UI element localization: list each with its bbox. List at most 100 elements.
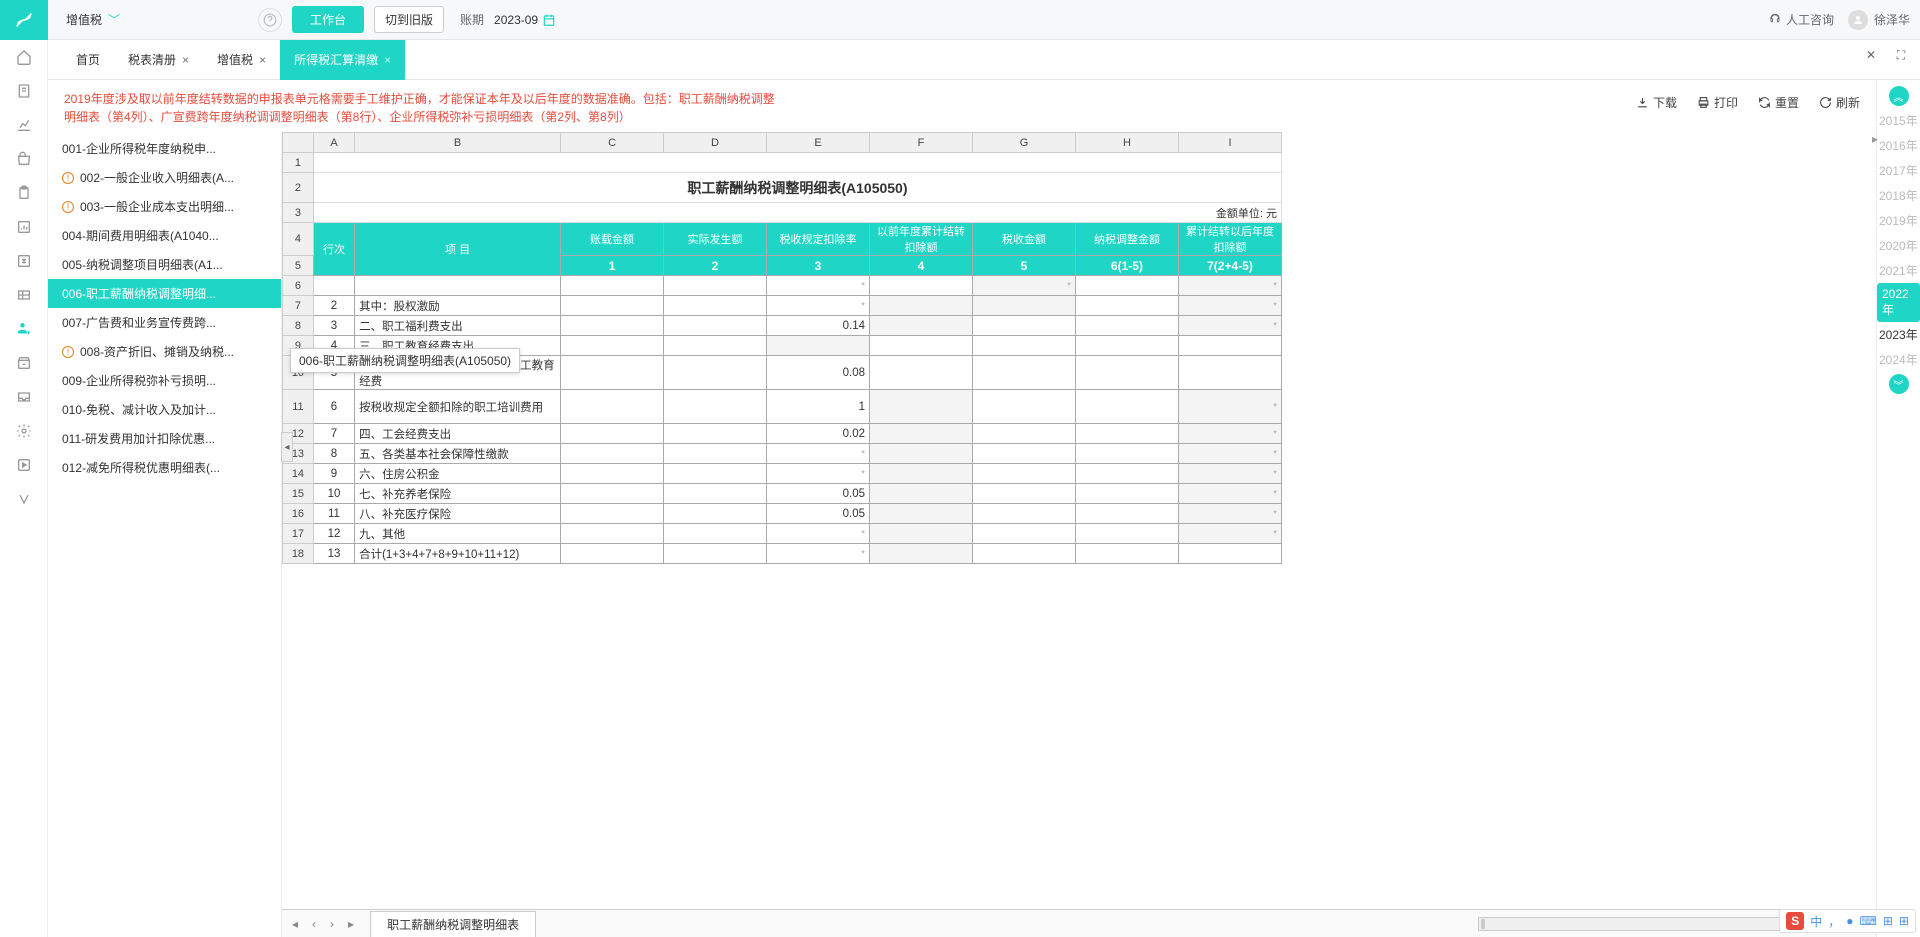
cell[interactable]: 10	[313, 484, 354, 504]
cell[interactable]	[870, 276, 973, 296]
cell[interactable]: 金额单位: 元	[313, 203, 1281, 223]
sheet-nav-prev[interactable]: ‹	[308, 917, 320, 931]
cell[interactable]	[972, 504, 1075, 524]
cell[interactable]: 二、职工福利费支出	[355, 316, 561, 336]
expand-icon[interactable]: ⛶	[1890, 44, 1912, 66]
cell[interactable]	[664, 296, 767, 316]
row-header[interactable]: 2	[283, 173, 314, 203]
row-header[interactable]: 14	[283, 464, 314, 484]
col-header[interactable]: B	[355, 133, 561, 153]
cell[interactable]: 以前年度累计结转扣除额	[870, 223, 973, 256]
ime-item[interactable]: ，	[1828, 913, 1840, 930]
col-header[interactable]: D	[664, 133, 767, 153]
row-header[interactable]: 16	[283, 504, 314, 524]
row-header[interactable]: 1	[283, 153, 314, 173]
cell[interactable]: 3	[767, 256, 870, 276]
col-header[interactable]: G	[972, 133, 1075, 153]
sheet-nav-first[interactable]: ◂	[288, 917, 302, 931]
cell[interactable]: *	[1178, 504, 1281, 524]
ime-toolbar[interactable]: S 中 ， ● ⌨ ⊞ ⊞	[1779, 909, 1916, 933]
cell[interactable]	[972, 464, 1075, 484]
cell[interactable]: 4	[870, 256, 973, 276]
cell[interactable]: *	[767, 276, 870, 296]
cell[interactable]: *	[1178, 464, 1281, 484]
cell[interactable]: 账载金额	[561, 223, 664, 256]
cell[interactable]	[870, 464, 973, 484]
cell[interactable]: 税收金额	[972, 223, 1075, 256]
year-scroll-down[interactable]: ︾	[1889, 374, 1909, 394]
row-header[interactable]: 8	[283, 316, 314, 336]
year-scroll-up[interactable]: ︽	[1889, 86, 1909, 106]
cell[interactable]: 1	[767, 390, 870, 424]
form-item-005[interactable]: 005-纳税调整项目明细表(A1...	[48, 250, 281, 279]
cell[interactable]	[664, 544, 767, 564]
ime-item[interactable]: ⊞	[1899, 914, 1909, 928]
cell[interactable]: 纳税调整金额	[1075, 223, 1178, 256]
cell[interactable]	[1075, 544, 1178, 564]
panel-collapse-icon[interactable]: ▸	[1872, 132, 1878, 146]
cell[interactable]	[1075, 390, 1178, 424]
cell[interactable]	[1075, 356, 1178, 390]
rail-inbox-icon[interactable]	[0, 380, 48, 414]
form-item-009[interactable]: 009-企业所得税弥补亏损明...	[48, 366, 281, 395]
year-2023年[interactable]: 2023年	[1877, 322, 1920, 347]
cell[interactable]	[1075, 484, 1178, 504]
cell[interactable]: 0.02	[767, 424, 870, 444]
cell[interactable]	[1075, 524, 1178, 544]
switch-old-button[interactable]: 切到旧版	[374, 6, 444, 33]
cell[interactable]	[561, 276, 664, 296]
cell[interactable]	[870, 336, 973, 356]
cell[interactable]	[664, 444, 767, 464]
cell[interactable]: 0.14	[767, 316, 870, 336]
cell[interactable]	[664, 390, 767, 424]
cell[interactable]: 7(2+4-5)	[1178, 256, 1281, 276]
cell[interactable]	[561, 336, 664, 356]
cell[interactable]	[664, 464, 767, 484]
cell[interactable]: *	[1178, 484, 1281, 504]
cell[interactable]: *	[767, 296, 870, 316]
tab-2[interactable]: 增值税×	[203, 40, 280, 80]
rail-bag-icon[interactable]	[0, 142, 48, 176]
module-selector[interactable]: 增值税 ﹀	[58, 11, 248, 28]
cell[interactable]: 13	[313, 544, 354, 564]
sheet-nav-next[interactable]: ›	[326, 917, 338, 931]
cell[interactable]	[1075, 424, 1178, 444]
cell[interactable]: 8	[313, 444, 354, 464]
cell[interactable]	[767, 336, 870, 356]
cell[interactable]	[972, 356, 1075, 390]
cell[interactable]	[1075, 444, 1178, 464]
cell[interactable]: *	[1178, 524, 1281, 544]
form-item-001[interactable]: 001-企业所得税年度纳税申...	[48, 134, 281, 163]
period-picker[interactable]: 2023-09	[494, 13, 556, 27]
rail-doc-icon[interactable]	[0, 74, 48, 108]
rail-archive-icon[interactable]	[0, 346, 48, 380]
cell[interactable]	[561, 316, 664, 336]
rail-v-icon[interactable]	[0, 482, 48, 516]
cell[interactable]	[870, 484, 973, 504]
cell[interactable]	[972, 444, 1075, 464]
cell[interactable]: 实际发生额	[664, 223, 767, 256]
cell[interactable]	[870, 444, 973, 464]
cell[interactable]: 2	[664, 256, 767, 276]
cell[interactable]: 行次	[313, 223, 354, 276]
rail-report-icon[interactable]	[0, 210, 48, 244]
rail-tax-icon[interactable]	[0, 312, 48, 346]
cell[interactable]: 八、补充医疗保险	[355, 504, 561, 524]
cell[interactable]	[355, 276, 561, 296]
tab-1[interactable]: 税表清册×	[114, 40, 203, 80]
cell[interactable]: 四、工会经费支出	[355, 424, 561, 444]
cell[interactable]	[1075, 336, 1178, 356]
sheet-tab[interactable]: 职工薪酬纳税调整明细表	[370, 911, 536, 937]
row-header[interactable]: 5	[283, 256, 314, 276]
download-button[interactable]: 下载	[1636, 94, 1677, 111]
year-2021年[interactable]: 2021年	[1877, 258, 1920, 283]
year-2019年[interactable]: 2019年	[1877, 208, 1920, 233]
cell[interactable]	[664, 336, 767, 356]
cell[interactable]: 1	[561, 256, 664, 276]
cell[interactable]	[561, 296, 664, 316]
ime-item[interactable]: 中	[1810, 913, 1822, 930]
col-header[interactable]: H	[1075, 133, 1178, 153]
rail-clipboard-icon[interactable]	[0, 176, 48, 210]
cell[interactable]	[313, 153, 1281, 173]
cell[interactable]	[561, 390, 664, 424]
